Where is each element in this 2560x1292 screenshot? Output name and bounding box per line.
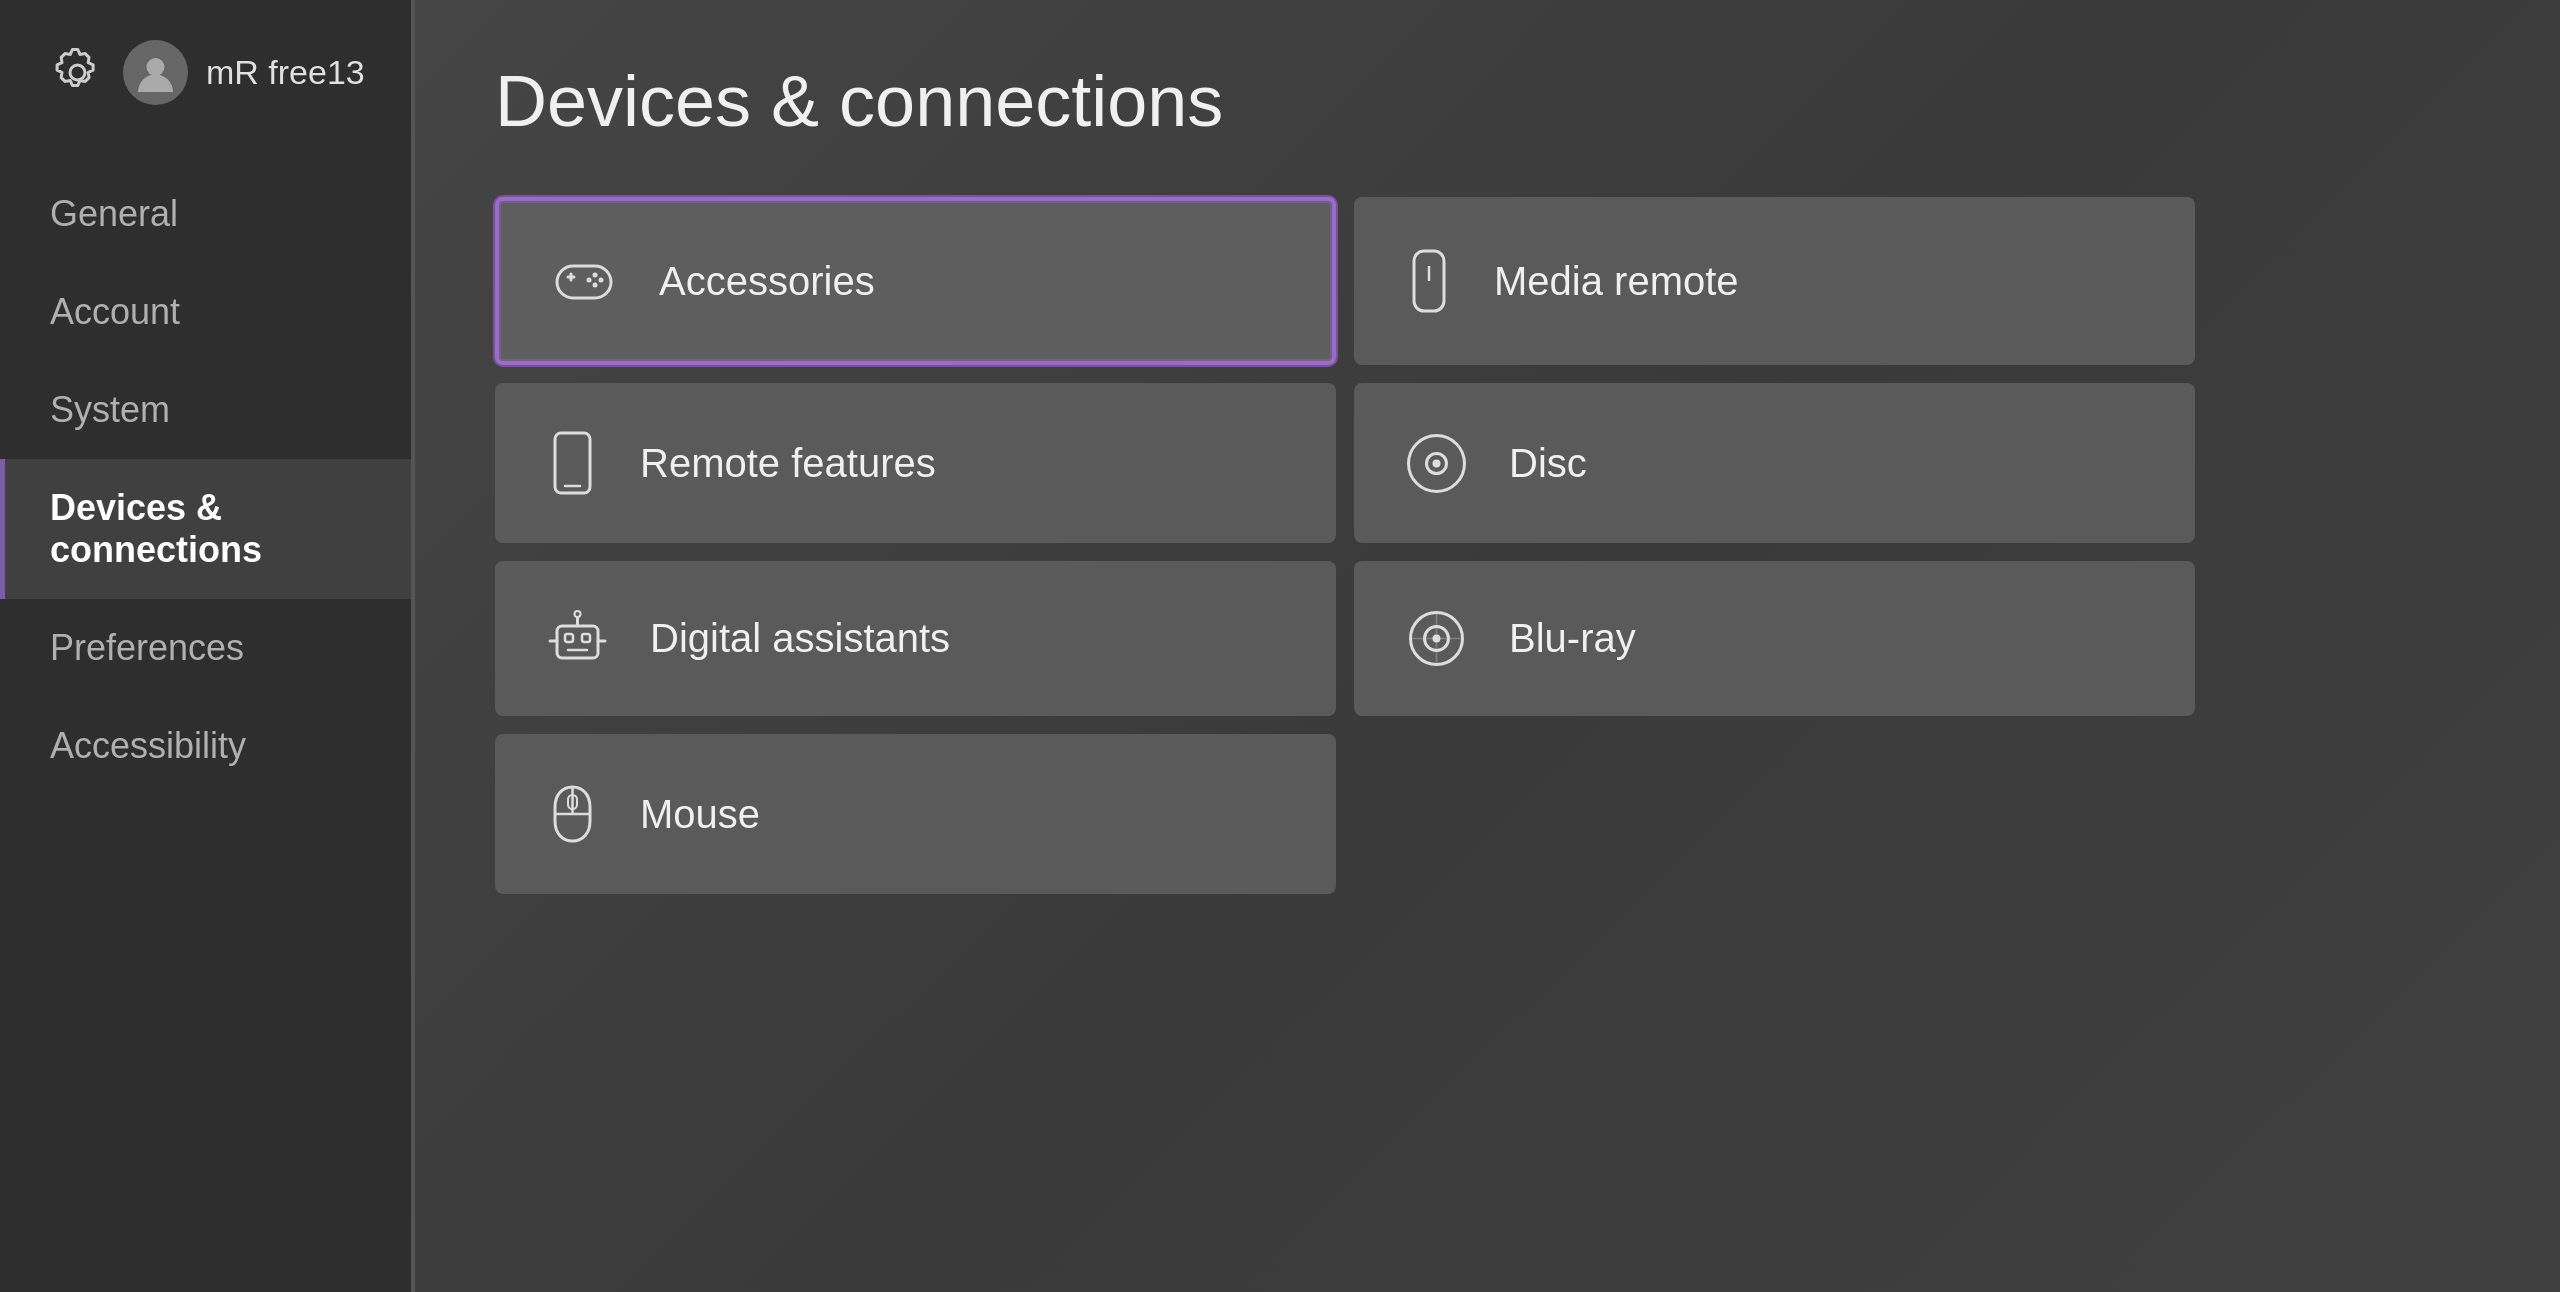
- remote-icon: [1404, 246, 1454, 316]
- svg-rect-17: [582, 634, 590, 642]
- grid-item-label-blu-ray: Blu-ray: [1509, 616, 1636, 661]
- username: mR free13: [206, 53, 365, 92]
- svg-point-20: [575, 611, 581, 617]
- grid-item-mouse[interactable]: Mouse: [495, 734, 1336, 894]
- grid-item-disc[interactable]: Disc: [1354, 383, 2195, 543]
- page-title: Devices & connections: [495, 60, 2480, 142]
- svg-point-7: [593, 283, 598, 288]
- grid-item-media-remote[interactable]: Media remote: [1354, 197, 2195, 365]
- svg-point-6: [587, 278, 592, 283]
- mouse-icon: [545, 779, 600, 849]
- svg-rect-1: [557, 266, 611, 298]
- sidebar-item-accessibility[interactable]: Accessibility: [0, 697, 415, 795]
- grid-item-label-disc: Disc: [1509, 441, 1587, 486]
- grid-item-label-accessories: Accessories: [659, 259, 875, 304]
- sidebar: mR free13 GeneralAccountSystemDevices & …: [0, 0, 415, 1292]
- grid-item-label-media-remote: Media remote: [1494, 259, 1739, 304]
- grid-item-label-mouse: Mouse: [640, 792, 760, 837]
- svg-rect-16: [565, 634, 573, 642]
- sidebar-item-system[interactable]: System: [0, 361, 415, 459]
- svg-point-4: [593, 273, 598, 278]
- avatar: [123, 40, 188, 105]
- grid-item-remote-features[interactable]: Remote features: [495, 383, 1336, 543]
- sidebar-header: mR free13: [0, 40, 415, 165]
- main-content: Devices & connections Accessories Media …: [415, 0, 2560, 1292]
- sidebar-item-account[interactable]: Account: [0, 263, 415, 361]
- svg-point-0: [147, 58, 165, 76]
- sidebar-nav: GeneralAccountSystemDevices & connection…: [0, 165, 415, 795]
- grid-item-accessories[interactable]: Accessories: [495, 197, 1336, 365]
- svg-point-14: [1433, 459, 1441, 467]
- gear-icon[interactable]: [50, 45, 105, 100]
- phone-icon: [545, 428, 600, 498]
- sidebar-item-devices[interactable]: Devices & connections: [0, 459, 415, 599]
- grid-item-blu-ray[interactable]: Blu-ray: [1354, 561, 2195, 716]
- disc-icon: [1404, 431, 1469, 496]
- grid-item-label-remote-features: Remote features: [640, 441, 936, 486]
- svg-rect-15: [557, 626, 598, 658]
- sidebar-item-general[interactable]: General: [0, 165, 415, 263]
- svg-point-5: [599, 278, 604, 283]
- gamepad-icon: [549, 246, 619, 316]
- svg-rect-10: [555, 433, 590, 493]
- robot-icon: [545, 606, 610, 671]
- sidebar-item-preferences[interactable]: Preferences: [0, 599, 415, 697]
- grid-container: Accessories Media remote Remote features…: [495, 197, 2195, 894]
- grid-item-label-digital-assistants: Digital assistants: [650, 616, 950, 661]
- bluray-icon: [1404, 606, 1469, 671]
- grid-item-digital-assistants[interactable]: Digital assistants: [495, 561, 1336, 716]
